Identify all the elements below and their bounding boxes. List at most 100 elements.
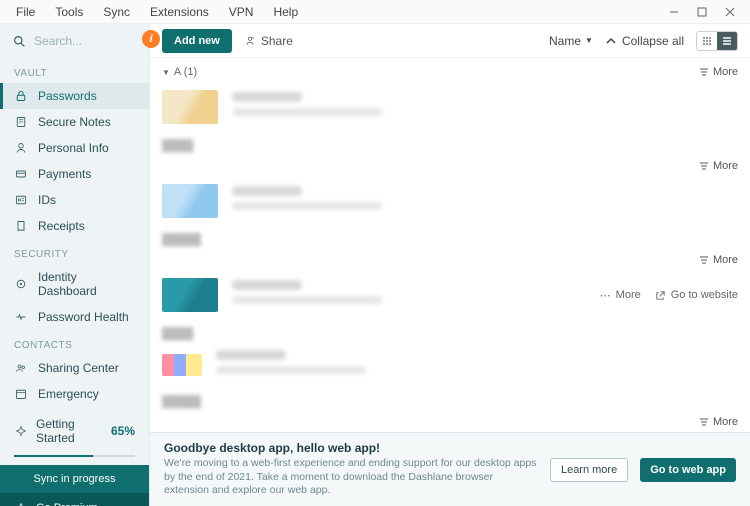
go-premium[interactable]: Go Premium bbox=[0, 493, 149, 506]
view-toggle bbox=[696, 31, 738, 51]
sync-status[interactable]: Sync in progress bbox=[0, 465, 149, 493]
learn-more-button[interactable]: Learn more bbox=[550, 458, 628, 482]
window-controls bbox=[660, 1, 744, 23]
filter-icon bbox=[699, 255, 709, 265]
info-badge-icon[interactable]: i bbox=[142, 30, 160, 48]
group-more-button[interactable]: More bbox=[699, 66, 738, 78]
sidebar-item-label: Password Health bbox=[38, 310, 129, 324]
share-button[interactable]: Share bbox=[244, 34, 293, 48]
group-header-a: ▼ A (1) More bbox=[162, 62, 738, 84]
id-icon bbox=[14, 193, 28, 207]
minimize-button[interactable] bbox=[660, 1, 688, 23]
sidebar-item-sharing-center[interactable]: Sharing Center bbox=[0, 355, 149, 381]
menu-vpn[interactable]: VPN bbox=[219, 2, 264, 22]
sidebar-item-secure-notes[interactable]: Secure Notes bbox=[0, 109, 149, 135]
section-head: █████ bbox=[162, 394, 738, 412]
go-premium-label: Go Premium bbox=[36, 502, 98, 506]
sidebar-item-label: Emergency bbox=[38, 387, 99, 401]
entry-text bbox=[232, 280, 586, 310]
sidebar-item-passwords[interactable]: Passwords bbox=[0, 83, 149, 109]
migration-banner: Goodbye desktop app, hello web app! We'r… bbox=[150, 432, 750, 506]
menu-help[interactable]: Help bbox=[263, 2, 308, 22]
collapse-all-button[interactable]: Collapse all bbox=[605, 34, 684, 48]
banner-subtitle: We're moving to a web-first experience a… bbox=[164, 457, 538, 498]
chevron-down-icon: ▼ bbox=[585, 36, 593, 45]
filter-icon bbox=[699, 417, 709, 427]
filter-icon bbox=[699, 161, 709, 171]
search-icon bbox=[12, 34, 26, 48]
group-label: A (1) bbox=[174, 66, 197, 78]
group-more-button[interactable]: More bbox=[699, 416, 738, 428]
close-button[interactable] bbox=[716, 1, 744, 23]
sidebar-item-label: Secure Notes bbox=[38, 115, 111, 129]
group-more-button[interactable]: More bbox=[699, 160, 738, 172]
sidebar: VAULT Passwords Secure Notes Personal In… bbox=[0, 24, 150, 506]
sidebar-item-identity-dashboard[interactable]: Identity Dashboard bbox=[0, 264, 149, 304]
getting-started-label: Getting Started bbox=[36, 417, 103, 445]
list-view-button[interactable] bbox=[717, 32, 737, 50]
group-letter[interactable]: ▼ A (1) bbox=[162, 66, 197, 78]
section-vault: VAULT bbox=[0, 58, 149, 83]
menu-tools[interactable]: Tools bbox=[45, 2, 93, 22]
toolbar: i Add new Share Name ▼ Collapse all bbox=[150, 24, 750, 58]
entry-actions: ⋯More Go to website bbox=[600, 289, 738, 302]
section-head: ████ bbox=[162, 138, 738, 156]
list-item[interactable] bbox=[162, 84, 738, 138]
share-label: Share bbox=[261, 34, 293, 48]
go-to-website-button[interactable]: Go to website bbox=[655, 289, 738, 301]
star-icon bbox=[14, 501, 28, 506]
go-website-label: Go to website bbox=[671, 289, 738, 301]
sidebar-item-label: Payments bbox=[38, 167, 91, 181]
person-icon bbox=[14, 141, 28, 155]
list-item[interactable]: ⋯More Go to website bbox=[162, 272, 738, 326]
sidebar-item-label: IDs bbox=[38, 193, 56, 207]
entry-thumbnail bbox=[162, 184, 218, 218]
menu-file[interactable]: File bbox=[6, 2, 45, 22]
sidebar-item-label: Receipts bbox=[38, 219, 85, 233]
sidebar-item-password-health[interactable]: Password Health bbox=[0, 304, 149, 330]
filter-icon bbox=[699, 67, 709, 77]
sort-label: Name bbox=[549, 34, 581, 48]
dots-icon: ⋯ bbox=[600, 289, 611, 302]
sidebar-item-label: Personal Info bbox=[38, 141, 109, 155]
password-list: ▼ A (1) More ████ More bbox=[150, 58, 750, 432]
sort-dropdown[interactable]: Name ▼ bbox=[549, 34, 593, 48]
entry-text bbox=[232, 186, 738, 216]
sidebar-item-emergency[interactable]: Emergency bbox=[0, 381, 149, 407]
go-to-web-app-button[interactable]: Go to web app bbox=[640, 458, 736, 482]
calendar-icon bbox=[14, 387, 28, 401]
menubar: File Tools Sync Extensions VPN Help bbox=[0, 0, 750, 24]
entry-text bbox=[216, 350, 738, 380]
share-icon bbox=[244, 35, 256, 47]
entry-thumbnail bbox=[162, 90, 218, 124]
people-icon bbox=[14, 361, 28, 375]
triangle-down-icon: ▼ bbox=[162, 68, 170, 77]
menu-sync[interactable]: Sync bbox=[93, 2, 140, 22]
entry-more-button[interactable]: ⋯More bbox=[600, 289, 641, 302]
lock-icon bbox=[14, 89, 28, 103]
more-label: More bbox=[713, 160, 738, 172]
sparkle-icon bbox=[14, 424, 28, 438]
sidebar-item-ids[interactable]: IDs bbox=[0, 187, 149, 213]
getting-started-progress bbox=[14, 455, 135, 457]
sidebar-item-label: Sharing Center bbox=[38, 361, 119, 375]
sidebar-item-receipts[interactable]: Receipts bbox=[0, 213, 149, 239]
note-icon bbox=[14, 115, 28, 129]
more-label: More bbox=[713, 254, 738, 266]
group-more-button[interactable]: More bbox=[699, 254, 738, 266]
list-item[interactable] bbox=[162, 344, 738, 394]
list-item[interactable] bbox=[162, 178, 738, 232]
getting-started-percent: 65% bbox=[111, 424, 135, 438]
grid-view-button[interactable] bbox=[697, 32, 717, 50]
add-new-button[interactable]: Add new bbox=[162, 29, 232, 53]
group-header: More bbox=[162, 156, 738, 178]
sidebar-item-payments[interactable]: Payments bbox=[0, 161, 149, 187]
receipt-icon bbox=[14, 219, 28, 233]
content: i Add new Share Name ▼ Collapse all ▼ bbox=[150, 24, 750, 506]
menu-extensions[interactable]: Extensions bbox=[140, 2, 219, 22]
sidebar-item-personal-info[interactable]: Personal Info bbox=[0, 135, 149, 161]
card-icon bbox=[14, 167, 28, 181]
maximize-button[interactable] bbox=[688, 1, 716, 23]
getting-started[interactable]: Getting Started 65% bbox=[0, 407, 149, 455]
section-security: SECURITY bbox=[0, 239, 149, 264]
